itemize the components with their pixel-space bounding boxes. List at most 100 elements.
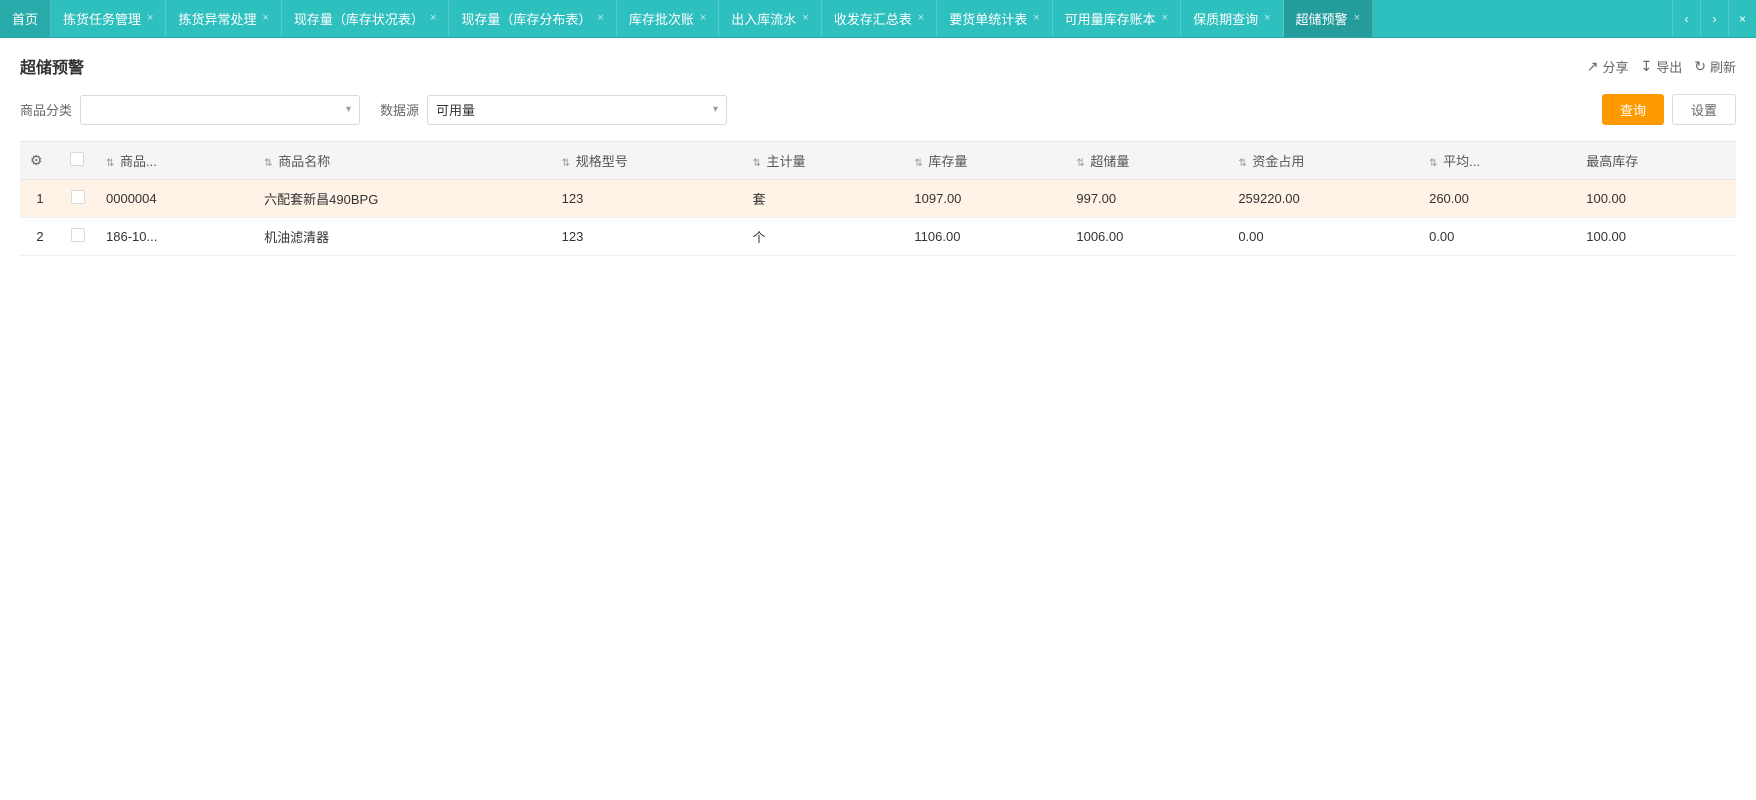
row-unit: 套: [742, 180, 904, 218]
share-icon: ↗: [1587, 58, 1599, 75]
col-product-code-header[interactable]: ⇅ 商品...: [96, 142, 254, 180]
nav-available-ledger-close[interactable]: ×: [1162, 13, 1168, 24]
select-all-checkbox[interactable]: [70, 152, 84, 166]
refresh-icon: ↻: [1694, 58, 1706, 75]
col-spec-label: 规格型号: [576, 154, 628, 169]
col-avg-label: 平均...: [1443, 154, 1480, 169]
col-product-name-label: 商品名称: [278, 154, 330, 169]
nav-overstock-alert-label: 超储预警: [1296, 9, 1348, 28]
nav-available-ledger-label: 可用量库存账本: [1065, 9, 1156, 28]
sort-icon-overstock: ⇅: [1076, 158, 1084, 169]
nav-collect-summary[interactable]: 收发存汇总表 ×: [822, 0, 937, 37]
col-max-stock-label: 最高库存: [1586, 154, 1638, 169]
nav-home-label: 首页: [12, 9, 38, 28]
share-button[interactable]: ↗ 分享: [1587, 57, 1629, 76]
row-max-stock: 100.00: [1576, 218, 1736, 256]
row-capital-use: 0.00: [1228, 218, 1419, 256]
col-capital-header[interactable]: ⇅ 资金占用: [1228, 142, 1419, 180]
nav-home[interactable]: 首页: [0, 0, 51, 37]
table-header: ⚙ ⇅ 商品... ⇅ 商品名称 ⇅ 规格型号 ⇅: [20, 142, 1736, 180]
nav-inventory-dist-close[interactable]: ×: [597, 13, 603, 24]
row-checkbox[interactable]: [71, 190, 85, 204]
filter-datasource: 数据源 可用量 ▾: [380, 95, 727, 125]
col-stock-label: 库存量: [928, 154, 967, 169]
row-product-code: 186-10...: [96, 218, 254, 256]
nav-in-out-flow-close[interactable]: ×: [802, 13, 808, 24]
nav-batch-account[interactable]: 库存批次账 ×: [617, 0, 719, 37]
row-checkbox[interactable]: [71, 228, 85, 242]
datasource-select[interactable]: 可用量 ▾: [427, 95, 727, 125]
nav-overstock-alert[interactable]: 超储预警 ×: [1284, 0, 1373, 37]
sort-icon-product-code: ⇅: [106, 158, 114, 169]
nav-batch-account-close[interactable]: ×: [700, 13, 706, 24]
col-unit-label: 主计量: [766, 154, 805, 169]
nav-task-mgmt[interactable]: 拣货任务管理 ×: [51, 0, 166, 37]
refresh-label: 刷新: [1710, 57, 1736, 76]
row-product-name: 六配套新昌490BPG: [254, 180, 552, 218]
data-table: ⚙ ⇅ 商品... ⇅ 商品名称 ⇅ 规格型号 ⇅: [20, 141, 1736, 256]
nav-arrow-right[interactable]: ›: [1700, 0, 1728, 37]
refresh-button[interactable]: ↻ 刷新: [1694, 57, 1736, 76]
nav-overstock-alert-close[interactable]: ×: [1354, 13, 1360, 24]
datasource-select-arrow: ▾: [713, 104, 718, 115]
col-product-name-header[interactable]: ⇅ 商品名称: [254, 142, 552, 180]
row-index: 1: [20, 180, 60, 218]
nav-quality-check[interactable]: 保质期查询 ×: [1181, 0, 1283, 37]
nav-inventory-status[interactable]: 现存量（库存状况表） ×: [282, 0, 449, 37]
export-icon: ↧: [1641, 58, 1653, 75]
row-product-name: 机油滤清器: [254, 218, 552, 256]
top-navigation: 首页 拣货任务管理 × 拣货异常处理 × 现存量（库存状况表） × 现存量（库存…: [0, 0, 1756, 38]
sort-icon-product-name: ⇅: [264, 158, 272, 169]
nav-order-stats-close[interactable]: ×: [1033, 13, 1039, 24]
col-overstock-label: 超储量: [1090, 154, 1129, 169]
export-button[interactable]: ↧ 导出: [1641, 57, 1683, 76]
nav-collect-summary-label: 收发存汇总表: [834, 9, 912, 28]
nav-batch-account-label: 库存批次账: [629, 9, 694, 28]
row-unit: 个: [742, 218, 904, 256]
sort-icon-capital: ⇅: [1238, 158, 1246, 169]
category-select[interactable]: ▾: [80, 95, 360, 125]
col-unit-header[interactable]: ⇅ 主计量: [742, 142, 904, 180]
nav-inventory-status-close[interactable]: ×: [430, 13, 436, 24]
row-stock: 1097.00: [904, 180, 1066, 218]
filter-datasource-label: 数据源: [380, 100, 419, 119]
nav-task-mgmt-close[interactable]: ×: [147, 13, 153, 24]
col-checkbox-header: [60, 142, 96, 180]
page-header: 超储预警 ↗ 分享 ↧ 导出 ↻ 刷新: [20, 54, 1736, 78]
nav-exception-label: 拣货异常处理: [178, 9, 256, 28]
nav-order-stats[interactable]: 要货单统计表 ×: [937, 0, 1052, 37]
sort-icon-unit: ⇅: [752, 158, 760, 169]
col-overstock-header[interactable]: ⇅ 超储量: [1066, 142, 1228, 180]
nav-arrow-expand[interactable]: ×: [1728, 0, 1756, 37]
nav-available-ledger[interactable]: 可用量库存账本 ×: [1053, 0, 1181, 37]
row-overstock: 1006.00: [1066, 218, 1228, 256]
row-max-stock: 100.00: [1576, 180, 1736, 218]
col-max-stock-header: 最高库存: [1576, 142, 1736, 180]
nav-arrow-left[interactable]: ‹: [1672, 0, 1700, 37]
query-button[interactable]: 查询: [1602, 94, 1664, 125]
nav-task-mgmt-label: 拣货任务管理: [63, 9, 141, 28]
row-avg: 260.00: [1419, 180, 1576, 218]
filter-category-label: 商品分类: [20, 100, 72, 119]
table-gear-icon[interactable]: ⚙: [30, 152, 43, 168]
table-body: 1 0000004 六配套新昌490BPG 123 套 1097.00 997.…: [20, 180, 1736, 256]
row-index: 2: [20, 218, 60, 256]
col-spec-header[interactable]: ⇅ 规格型号: [552, 142, 743, 180]
col-product-code-label: 商品...: [120, 154, 157, 169]
settings-button[interactable]: 设置: [1672, 94, 1736, 125]
sort-icon-spec: ⇅: [562, 158, 570, 169]
nav-collect-summary-close[interactable]: ×: [918, 13, 924, 24]
nav-in-out-flow-label: 出入库流水: [731, 9, 796, 28]
sort-icon-avg: ⇅: [1429, 158, 1437, 169]
col-stock-header[interactable]: ⇅ 库存量: [904, 142, 1066, 180]
nav-exception-close[interactable]: ×: [262, 13, 268, 24]
nav-exception[interactable]: 拣货异常处理 ×: [166, 0, 281, 37]
col-avg-header[interactable]: ⇅ 平均...: [1419, 142, 1576, 180]
nav-inventory-dist[interactable]: 现存量（库存分布表） ×: [449, 0, 616, 37]
export-label: 导出: [1656, 57, 1682, 76]
nav-order-stats-label: 要货单统计表: [949, 9, 1027, 28]
nav-quality-check-close[interactable]: ×: [1264, 13, 1270, 24]
datasource-select-value: 可用量: [436, 100, 475, 119]
row-spec: 123: [552, 180, 743, 218]
nav-in-out-flow[interactable]: 出入库流水 ×: [719, 0, 821, 37]
